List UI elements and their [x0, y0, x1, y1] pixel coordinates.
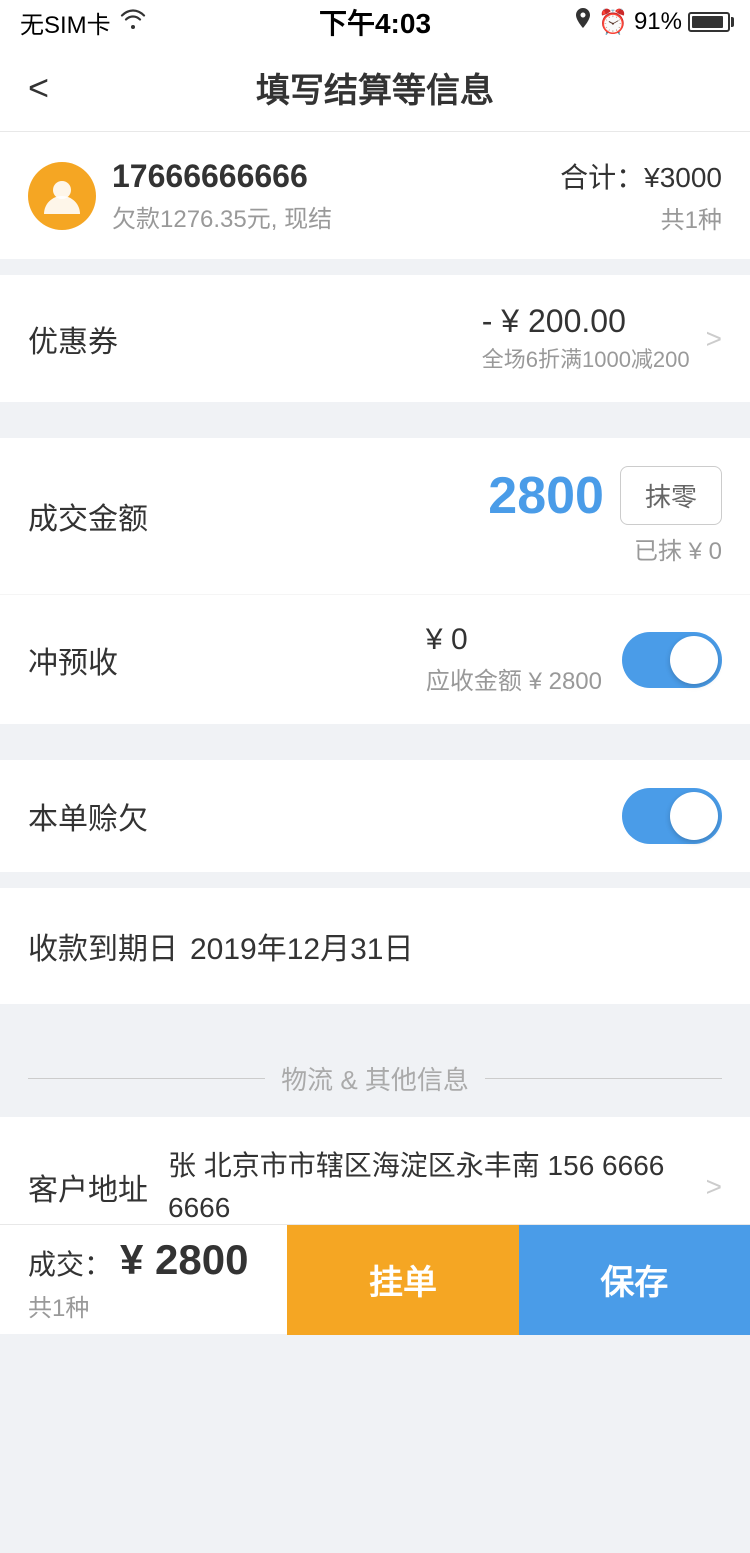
deal-amount-row: 成交金额 2800 抹零 已抹 ¥ 0 [0, 438, 750, 595]
time-display: 下午4:03 [319, 2, 431, 42]
customer-card: 17666666666 欠款1276.35元, 现结 合计：¥3000 共1种 [0, 132, 750, 259]
due-date-value: 2019年12月31日 [190, 924, 413, 968]
address-chevron-icon: > [706, 1171, 722, 1203]
deal-amount-value[interactable]: 2800 [488, 470, 604, 522]
status-right: ⏰ 91% [574, 8, 730, 37]
section-divider-2 [0, 740, 750, 760]
logistics-text: 物流 & 其他信息 [265, 1060, 485, 1097]
nav-bar: < 填写结算等信息 [0, 44, 750, 132]
battery-percent: 91% [634, 8, 682, 36]
customer-left: 17666666666 欠款1276.35元, 现结 [28, 158, 332, 234]
toggle-knob [670, 636, 718, 684]
address-label: 客户地址 [28, 1165, 148, 1209]
coupon-row[interactable]: 优惠券 - ¥ 200.00 全场6折满1000减200 > [0, 275, 750, 402]
status-bar: 无SIM卡 下午4:03 ⏰ 91% [0, 0, 750, 44]
alarm-icon: ⏰ [598, 8, 628, 37]
logistics-divider: 物流 & 其他信息 [0, 1040, 750, 1117]
prepay-amount: ¥ 0 [426, 623, 602, 657]
carrier-label: 无SIM卡 [20, 5, 111, 40]
form-section-deal: 成交金额 2800 抹零 已抹 ¥ 0 冲预收 ¥ 0 应收金额 ¥ 2800 [0, 438, 750, 724]
bottom-summary: 成交： ¥ 2800 共1种 [0, 1236, 287, 1323]
customer-right: 合计：¥3000 共1种 [560, 156, 722, 235]
battery-icon [688, 12, 730, 32]
coupon-discount: - ¥ 200.00 [482, 303, 690, 340]
due-date-label: 收款到期日 [28, 924, 178, 968]
content: 17666666666 欠款1276.35元, 现结 合计：¥3000 共1种 … [0, 132, 750, 1553]
back-button[interactable]: < [28, 67, 49, 109]
bottom-deal-count: 共1种 [28, 1288, 259, 1323]
coupon-label: 优惠券 [28, 317, 118, 361]
deal-amount-label: 成交金额 [28, 494, 148, 538]
coupon-chevron-icon: > [706, 323, 722, 355]
deal-amount-value-wrap: 2800 抹零 已抹 ¥ 0 [488, 466, 722, 566]
bottom-deal: 成交： ¥ 2800 [28, 1236, 259, 1284]
prepay-toggle[interactable] [622, 632, 722, 688]
nav-title: 填写结算等信息 [256, 63, 494, 112]
status-left: 无SIM卡 [20, 5, 147, 40]
section-divider-1 [0, 418, 750, 438]
due-date-section: 收款到期日 2019年12月31日 [0, 888, 750, 1004]
customer-total: 合计：¥3000 [560, 156, 722, 196]
save-button[interactable]: 保存 [519, 1225, 750, 1335]
bottom-deal-amount: ¥ 2800 [120, 1236, 248, 1284]
coupon-detail: 全场6折满1000减200 [482, 342, 690, 374]
prepay-label: 冲预收 [28, 638, 118, 682]
bottom-bar: 成交： ¥ 2800 共1种 挂单 保存 [0, 1224, 750, 1334]
location-icon [574, 8, 592, 37]
deal-amount-sub: 已抹 ¥ 0 [634, 531, 722, 566]
debt-label: 本单赊欠 [28, 794, 148, 838]
wifi-icon [119, 8, 147, 36]
coupon-right: - ¥ 200.00 全场6折满1000减200 > [482, 303, 722, 374]
debt-row: 本单赊欠 [0, 760, 750, 872]
logistics-line-right [485, 1078, 722, 1079]
avatar [28, 162, 96, 230]
logistics-line-left [28, 1078, 265, 1079]
hold-button[interactable]: 挂单 [287, 1225, 518, 1335]
section-divider-3 [0, 1020, 750, 1040]
form-section-debt: 本单赊欠 [0, 760, 750, 872]
address-value: 张 北京市市辖区海淀区永丰南 156 6666 6666 [168, 1145, 698, 1229]
bottom-deal-label: 成交： [28, 1243, 112, 1283]
prepay-row: 冲预收 ¥ 0 应收金额 ¥ 2800 [0, 595, 750, 724]
customer-info: 17666666666 欠款1276.35元, 现结 [112, 158, 332, 234]
debt-toggle-knob [670, 792, 718, 840]
customer-debt: 欠款1276.35元, 现结 [112, 199, 332, 234]
debt-toggle[interactable] [622, 788, 722, 844]
prepay-sub: 应收金额 ¥ 2800 [426, 661, 602, 696]
round-button[interactable]: 抹零 [620, 466, 722, 525]
customer-phone: 17666666666 [112, 158, 332, 195]
customer-count: 共1种 [560, 200, 722, 235]
